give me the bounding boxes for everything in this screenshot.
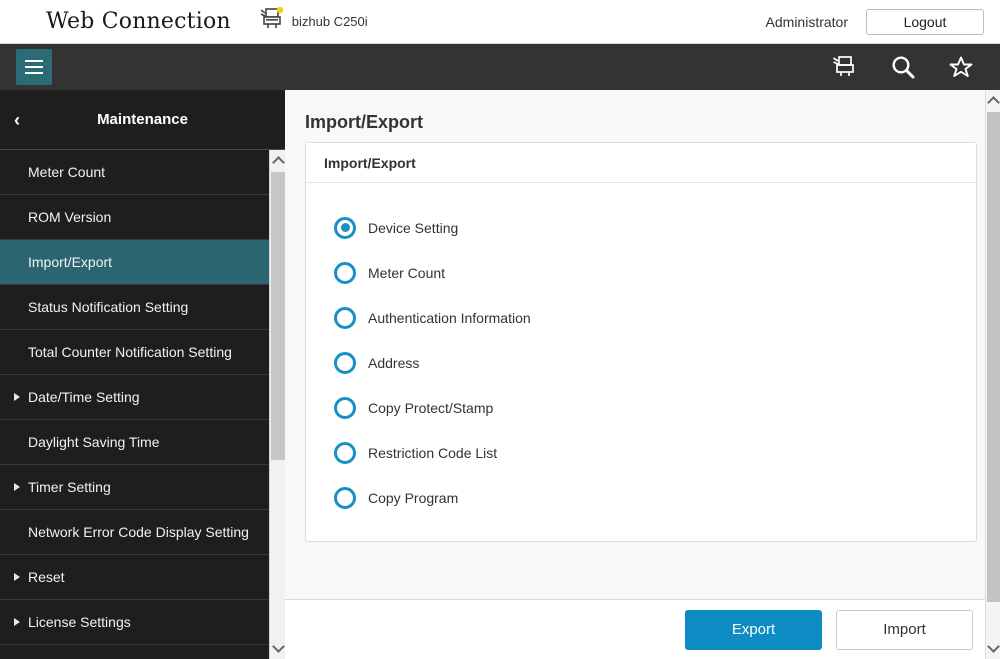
search-icon[interactable] (890, 54, 916, 80)
expand-triangle-icon (14, 618, 20, 626)
hamburger-icon[interactable] (16, 49, 52, 85)
radio-option-address[interactable]: Address (334, 340, 976, 385)
device-name: bizhub C250i (292, 14, 368, 29)
radio-button[interactable] (334, 217, 356, 239)
import-button[interactable]: Import (836, 610, 973, 650)
sidebar-scrollbar[interactable] (269, 150, 285, 659)
top-bar: Web Connection bizhub C250i Administrato… (0, 0, 1000, 44)
chevron-up-icon[interactable] (270, 150, 285, 172)
main-scrollbar-thumb[interactable] (987, 112, 1000, 602)
radio-option-copy-program[interactable]: Copy Program (334, 475, 976, 520)
sidebar-item-label: Reset (28, 569, 65, 585)
sidebar-item-label: Status Notification Setting (28, 299, 188, 315)
sidebar-item-label: Meter Count (28, 164, 105, 180)
panel-header: Import/Export (306, 143, 976, 183)
expand-triangle-icon (14, 573, 20, 581)
sidebar-item-status-notification-setting[interactable]: Status Notification Setting (0, 285, 285, 330)
hamburger-line (25, 60, 43, 62)
sidebar-item-label: Date/Time Setting (28, 389, 140, 405)
expand-triangle-icon (14, 393, 20, 401)
sidebar-item-label: ROM Version (28, 209, 111, 225)
sidebar-item-label: Total Counter Notification Setting (28, 344, 232, 360)
sidebar-item-reset[interactable]: Reset (0, 555, 285, 600)
radio-option-meter-count[interactable]: Meter Count (334, 250, 976, 295)
sidebar-title: Maintenance (0, 111, 285, 128)
nav-bar (0, 44, 1000, 90)
sidebar-item-license-settings[interactable]: License Settings (0, 600, 285, 645)
radio-button[interactable] (334, 397, 356, 419)
logout-button[interactable]: Logout (866, 9, 984, 35)
radio-label: Copy Program (368, 490, 458, 506)
radio-label: Device Setting (368, 220, 458, 236)
radio-label: Copy Protect/Stamp (368, 400, 493, 416)
radio-button[interactable] (334, 487, 356, 509)
chevron-left-icon[interactable]: ‹ (14, 111, 20, 129)
sidebar-item-label: Daylight Saving Time (28, 434, 160, 450)
sidebar-item-daylight-saving-time[interactable]: Daylight Saving Time (0, 420, 285, 465)
radio-button[interactable] (334, 442, 356, 464)
sidebar-item-total-counter-notification-setting[interactable]: Total Counter Notification Setting (0, 330, 285, 375)
radio-label: Restriction Code List (368, 445, 497, 461)
chevron-down-icon[interactable] (270, 637, 285, 659)
chevron-down-icon[interactable] (986, 637, 1000, 659)
sidebar-item-timer-setting[interactable]: Timer Setting (0, 465, 285, 510)
sidebar-item-label: Import/Export (28, 254, 112, 270)
sidebar-item-date-time-setting[interactable]: Date/Time Setting (0, 375, 285, 420)
radio-button[interactable] (334, 307, 356, 329)
main-content: Import/Export Import/Export Device Setti… (285, 90, 985, 659)
nav-icon-group (832, 54, 974, 80)
sidebar-item-meter-count[interactable]: Meter Count (0, 150, 285, 195)
page-title: Import/Export (285, 90, 985, 142)
import-export-panel: Import/Export Device Setting Meter Count A… (305, 142, 977, 542)
expand-triangle-icon (14, 483, 20, 491)
printer-icon (259, 7, 285, 36)
radio-label: Meter Count (368, 265, 445, 281)
radio-button[interactable] (334, 352, 356, 374)
device-chip: bizhub C250i (259, 7, 368, 36)
main-scrollbar[interactable] (985, 90, 1000, 659)
sidebar-item-label: Network Error Code Display Setting (28, 524, 249, 540)
printer-status-icon[interactable] (832, 54, 858, 80)
hamburger-line (25, 72, 43, 74)
sidebar-item-label: License Settings (28, 614, 131, 630)
radio-option-restriction-code-list[interactable]: Restriction Code List (334, 430, 976, 475)
admin-label: Administrator (766, 14, 848, 30)
sidebar-item-label: Timer Setting (28, 479, 111, 495)
radio-label: Address (368, 355, 419, 371)
favorites-star-icon[interactable] (948, 54, 974, 80)
brand-title: Web Connection (46, 9, 231, 34)
sidebar-item-network-error-code-display-setting[interactable]: Network Error Code Display Setting (0, 510, 285, 555)
import-export-radio-group: Device Setting Meter Count Authentication … (306, 183, 976, 520)
export-button[interactable]: Export (685, 610, 822, 650)
radio-label: Authentication Information (368, 310, 531, 326)
action-footer: Export Import (285, 600, 985, 659)
sidebar-item-import-export[interactable]: Import/Export (0, 240, 285, 285)
radio-dot (341, 223, 350, 232)
chevron-up-icon[interactable] (986, 90, 1000, 112)
radio-option-device-setting[interactable]: Device Setting (334, 205, 976, 250)
sidebar-scrollbar-thumb[interactable] (271, 172, 285, 460)
sidebar: ‹ Maintenance Meter Count ROM Version Impo… (0, 90, 285, 659)
sidebar-header: ‹ Maintenance (0, 90, 285, 150)
top-bar-right: Administrator Logout (766, 9, 984, 35)
radio-option-copy-protect-stamp[interactable]: Copy Protect/Stamp (334, 385, 976, 430)
hamburger-line (25, 66, 43, 68)
sidebar-item-rom-version[interactable]: ROM Version (0, 195, 285, 240)
radio-option-authentication-information[interactable]: Authentication Information (334, 295, 976, 340)
radio-button[interactable] (334, 262, 356, 284)
sidebar-menu: Meter Count ROM Version Import/Export Statu… (0, 150, 285, 645)
